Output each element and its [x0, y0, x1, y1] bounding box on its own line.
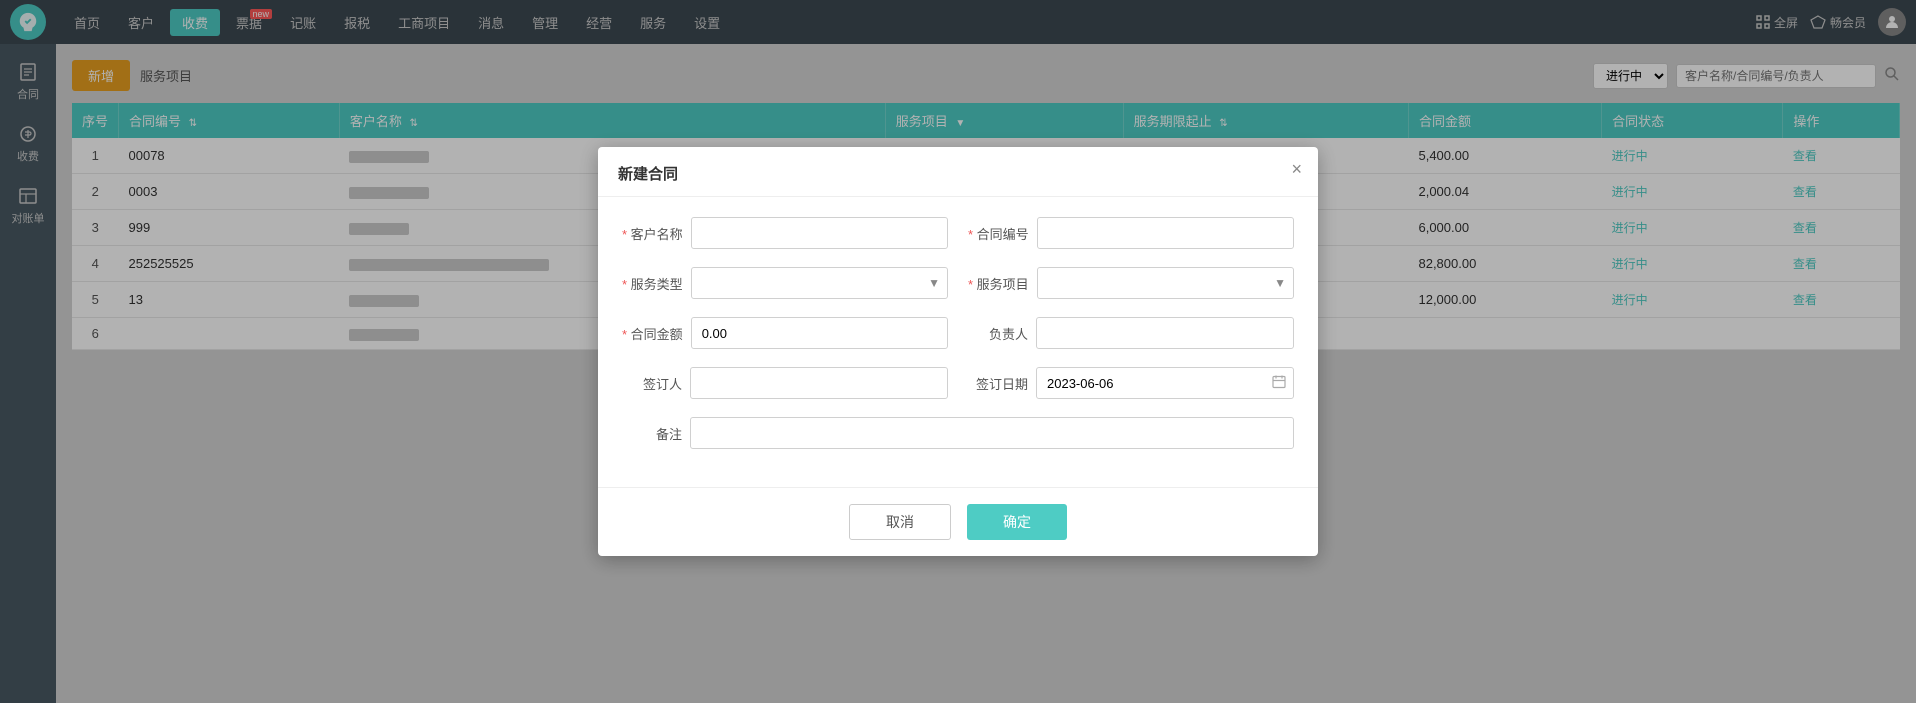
- form-row-2: 服务类型 ▼ 服务项目 ▼: [622, 267, 1294, 299]
- customer-name-label: 客户名称: [622, 224, 683, 243]
- form-row-3: 合同金额 负责人: [622, 317, 1294, 349]
- service-item-select-wrap: ▼: [1037, 267, 1294, 299]
- notes-label: 备注: [622, 424, 682, 443]
- form-row-4: 签订人 签订日期: [622, 367, 1294, 399]
- form-group-customer: 客户名称: [622, 217, 948, 249]
- amount-label: 合同金额: [622, 324, 683, 343]
- form-group-service-item: 服务项目 ▼: [968, 267, 1294, 299]
- cancel-button[interactable]: 取消: [849, 504, 951, 540]
- form-group-responsible: 负责人: [968, 317, 1294, 349]
- form-group-sign-date: 签订日期: [968, 367, 1294, 399]
- modal-overlay[interactable]: 新建合同 × 客户名称 合同编号 服务类型: [0, 0, 1916, 703]
- contract-no-label: 合同编号: [968, 224, 1029, 243]
- signatory-label: 签订人: [622, 374, 682, 393]
- service-type-label: 服务类型: [622, 274, 683, 293]
- form-group-signatory: 签订人: [622, 367, 948, 399]
- service-item-label: 服务项目: [968, 274, 1029, 293]
- service-type-select[interactable]: [691, 267, 948, 299]
- customer-name-input[interactable]: [691, 217, 948, 249]
- sign-date-wrap: [1036, 367, 1294, 399]
- dialog-close-button[interactable]: ×: [1291, 159, 1302, 180]
- dialog-footer: 取消 确定: [598, 487, 1318, 556]
- calendar-icon[interactable]: [1272, 375, 1286, 392]
- sign-date-input[interactable]: [1036, 367, 1294, 399]
- form-group-amount: 合同金额: [622, 317, 948, 349]
- service-type-select-wrap: ▼: [691, 267, 948, 299]
- form-row-1: 客户名称 合同编号: [622, 217, 1294, 249]
- new-contract-dialog: 新建合同 × 客户名称 合同编号 服务类型: [598, 147, 1318, 556]
- notes-input[interactable]: [690, 417, 1294, 449]
- sign-date-label: 签订日期: [968, 374, 1028, 393]
- dialog-body: 客户名称 合同编号 服务类型 ▼: [598, 197, 1318, 487]
- contract-no-input[interactable]: [1037, 217, 1294, 249]
- form-group-service-type: 服务类型 ▼: [622, 267, 948, 299]
- form-row-5: 备注: [622, 417, 1294, 449]
- dialog-title: 新建合同: [598, 147, 1318, 197]
- responsible-input[interactable]: [1036, 317, 1294, 349]
- form-group-contract-no: 合同编号: [968, 217, 1294, 249]
- form-group-notes: 备注: [622, 417, 1294, 449]
- responsible-label: 负责人: [968, 324, 1028, 343]
- signatory-input[interactable]: [690, 367, 948, 399]
- confirm-button[interactable]: 确定: [967, 504, 1067, 540]
- amount-input[interactable]: [691, 317, 948, 349]
- service-item-select[interactable]: [1037, 267, 1294, 299]
